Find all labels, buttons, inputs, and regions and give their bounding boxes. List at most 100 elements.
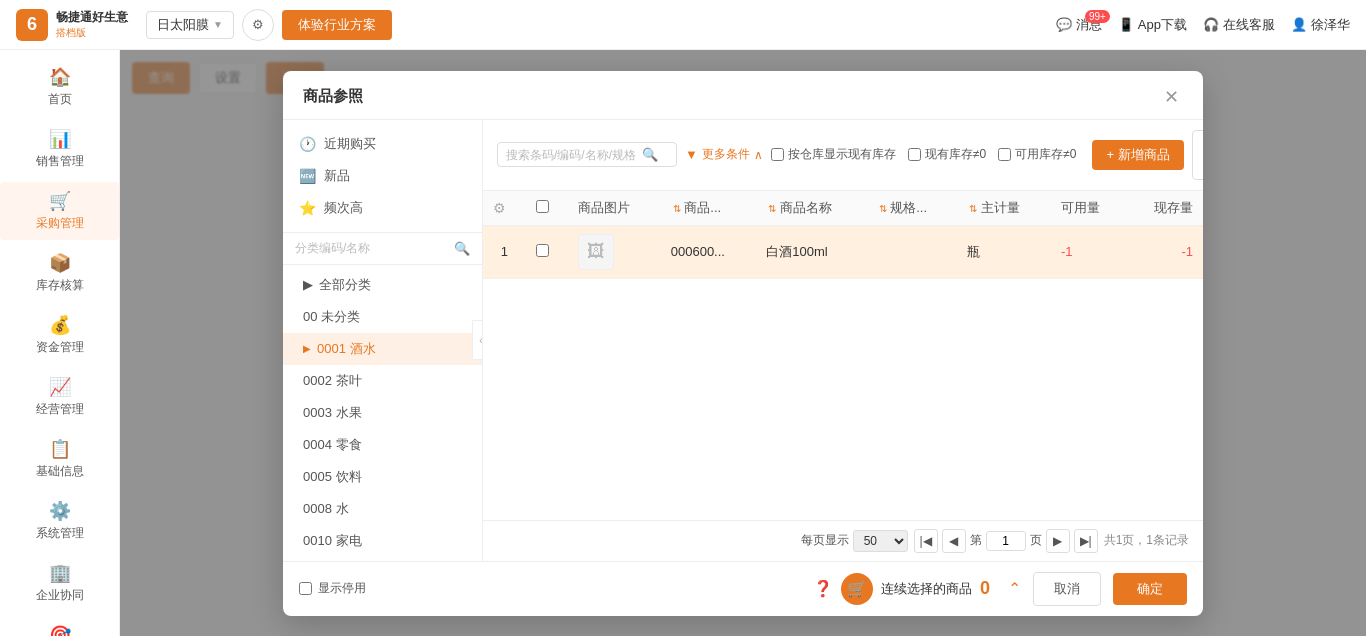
category-item-0001[interactable]: ▶ 0001 酒水 <box>283 333 482 365</box>
refresh-button[interactable]: ↻ 刷新 <box>1192 130 1203 180</box>
sidebar-item-system[interactable]: ⚙️ 系统管理 <box>0 492 119 550</box>
spec-col-header[interactable]: ⇅ 规格... <box>867 191 958 226</box>
checkbox-col-header <box>526 191 569 226</box>
sidebar-item-finance[interactable]: 💰 资金管理 <box>0 306 119 364</box>
tab-recent-purchase[interactable]: 🕐 近期购买 <box>283 128 482 160</box>
category-item-0008[interactable]: 0008 水 <box>283 493 482 525</box>
name-col-header[interactable]: ⇅ 商品名称 <box>756 191 866 226</box>
select-all-checkbox[interactable] <box>536 200 549 213</box>
sales-icon: 📊 <box>49 128 71 150</box>
chevron-up-icon: ∧ <box>754 148 763 162</box>
image-col-header: 商品图片 <box>568 191 661 226</box>
last-page-button[interactable]: ▶| <box>1074 529 1098 553</box>
messages-button[interactable]: 💬 消息 99+ <box>1056 16 1102 34</box>
sidebar-item-inventory[interactable]: 📦 库存核算 <box>0 244 119 302</box>
online-service-button[interactable]: 🎧 在线客服 <box>1203 16 1275 34</box>
modal-close-button[interactable]: ✕ <box>1159 85 1183 109</box>
checkbox-nonzero-stock[interactable]: 现有库存≠0 <box>908 146 986 163</box>
expand-icon: ▶ <box>303 277 313 292</box>
modal-header: 商品参照 ✕ <box>283 71 1203 120</box>
sort-icon: ⇅ <box>673 203 681 214</box>
base-info-icon: 📋 <box>49 438 71 460</box>
table-row[interactable]: 1 🖼 00 <box>483 225 1203 278</box>
category-item-0003[interactable]: 0003 水果 <box>283 397 482 429</box>
logo-area: 6 畅捷通好生意 搭档版 <box>16 9 146 41</box>
cart-area: ❓ 🛒 连续选择的商品 0 ⌃ <box>813 573 1021 605</box>
row-available: -1 <box>1051 225 1127 278</box>
arrow-icon: ▶ <box>303 343 311 354</box>
store-selector[interactable]: 日太阳膜 ▼ <box>146 11 234 39</box>
help-icon[interactable]: ❓ <box>813 579 833 598</box>
checkbox-warehouse-stock[interactable]: 按仓库显示现有库存 <box>771 146 896 163</box>
app-download-button[interactable]: 📱 App下载 <box>1118 16 1187 34</box>
modal-overlay: 商品参照 ✕ 🕐 近期购买 🆕 <box>120 50 1366 636</box>
category-item-0010[interactable]: 0010 家电 <box>283 525 482 557</box>
experience-button[interactable]: 体验行业方案 <box>282 10 392 40</box>
tab-new-products[interactable]: 🆕 新品 <box>283 160 482 192</box>
first-page-button[interactable]: |◀ <box>914 529 938 553</box>
chevron-down-icon: ▼ <box>213 19 223 30</box>
row-spec <box>867 225 958 278</box>
operations-icon: 📈 <box>49 376 71 398</box>
modal-body: 🕐 近期购买 🆕 新品 ⭐ 频次高 <box>283 120 1203 561</box>
cart-button[interactable]: 🛒 <box>841 573 873 605</box>
pagination-area: 每页显示 50 100 200 |◀ ◀ 第 <box>483 520 1203 561</box>
unit-col-header[interactable]: ⇅ 主计量 <box>957 191 1051 226</box>
row-checkbox[interactable] <box>526 225 569 278</box>
table-gear-icon[interactable]: ⚙ <box>493 200 506 216</box>
show-disabled-checkbox[interactable]: 显示停用 <box>299 580 366 597</box>
avatar: 👤 <box>1291 17 1307 32</box>
search-icon[interactable]: 🔍 <box>642 147 658 162</box>
category-item-00[interactable]: 00 未分类 <box>283 301 482 333</box>
guide-icon: 🎯 <box>49 624 71 636</box>
settings-icon[interactable]: ⚙ <box>242 9 274 41</box>
product-reference-modal: 商品参照 ✕ 🕐 近期购买 🆕 <box>283 71 1203 616</box>
category-search-area: 🔍 <box>283 233 482 265</box>
next-page-button[interactable]: ▶ <box>1046 529 1070 553</box>
category-item-0002[interactable]: 0002 茶叶 <box>283 365 482 397</box>
code-col-header[interactable]: ⇅ 商品... <box>661 191 757 226</box>
confirm-button[interactable]: 确定 <box>1113 573 1187 605</box>
sidebar-item-guide[interactable]: 🎯 新手引导 <box>0 616 119 636</box>
sidebar-item-home[interactable]: 🏠 首页 <box>0 58 119 116</box>
system-icon: ⚙️ <box>49 500 71 522</box>
modal-footer: 显示停用 ❓ 🛒 连续选择的商品 0 ⌃ 取消 确定 <box>283 561 1203 616</box>
logo-icon: 6 <box>16 9 48 41</box>
category-item-0004[interactable]: 0004 零食 <box>283 429 482 461</box>
tab-high-frequency[interactable]: ⭐ 频次高 <box>283 192 482 224</box>
product-search-input[interactable] <box>506 148 636 162</box>
content-area: 查询 设置 刷新 商品参照 ✕ <box>120 50 1366 636</box>
user-menu[interactable]: 👤 徐泽华 <box>1291 16 1350 34</box>
sort-icon-spec: ⇅ <box>879 203 887 214</box>
collapse-panel-button[interactable]: « <box>472 320 483 360</box>
row-code: 000600... <box>661 225 757 278</box>
top-nav-center: 日太阳膜 ▼ ⚙ 体验行业方案 <box>146 9 1056 41</box>
page-number-input[interactable] <box>986 531 1026 551</box>
sidebar-item-sales[interactable]: 📊 销售管理 <box>0 120 119 178</box>
logo-text: 畅捷通好生意 搭档版 <box>56 9 128 40</box>
row-image: 🖼 <box>568 225 661 278</box>
product-table: ⚙ 商品图片 <box>483 191 1203 520</box>
prev-page-button[interactable]: ◀ <box>942 529 966 553</box>
more-filter-button[interactable]: ▼ 更多条件 ∧ <box>685 146 763 163</box>
phone-icon: 📱 <box>1118 17 1134 32</box>
category-item-all[interactable]: ▶ 全部分类 <box>283 269 482 301</box>
row-num: 1 <box>483 225 526 278</box>
sidebar-item-base-info[interactable]: 📋 基础信息 <box>0 430 119 488</box>
row-unit: 瓶 <box>957 225 1051 278</box>
category-search-icon[interactable]: 🔍 <box>454 241 470 256</box>
enterprise-icon: 🏢 <box>49 562 71 584</box>
product-thumbnail: 🖼 <box>578 234 614 270</box>
home-icon: 🏠 <box>49 66 71 88</box>
collapse-cart-button[interactable]: ⌃ <box>1008 579 1021 598</box>
cancel-button[interactable]: 取消 <box>1033 572 1101 606</box>
checkbox-nonzero-available[interactable]: 可用库存≠0 <box>998 146 1076 163</box>
page-size-select[interactable]: 50 100 200 <box>853 530 908 552</box>
category-item-0005[interactable]: 0005 饮料 <box>283 461 482 493</box>
sidebar-item-operations[interactable]: 📈 经营管理 <box>0 368 119 426</box>
sidebar-item-purchase[interactable]: 🛒 采购管理 <box>0 182 119 240</box>
purchase-icon: 🛒 <box>49 190 71 212</box>
category-search-input[interactable] <box>295 241 448 255</box>
add-product-button[interactable]: + 新增商品 <box>1092 140 1183 170</box>
sidebar-item-enterprise[interactable]: 🏢 企业协同 <box>0 554 119 612</box>
